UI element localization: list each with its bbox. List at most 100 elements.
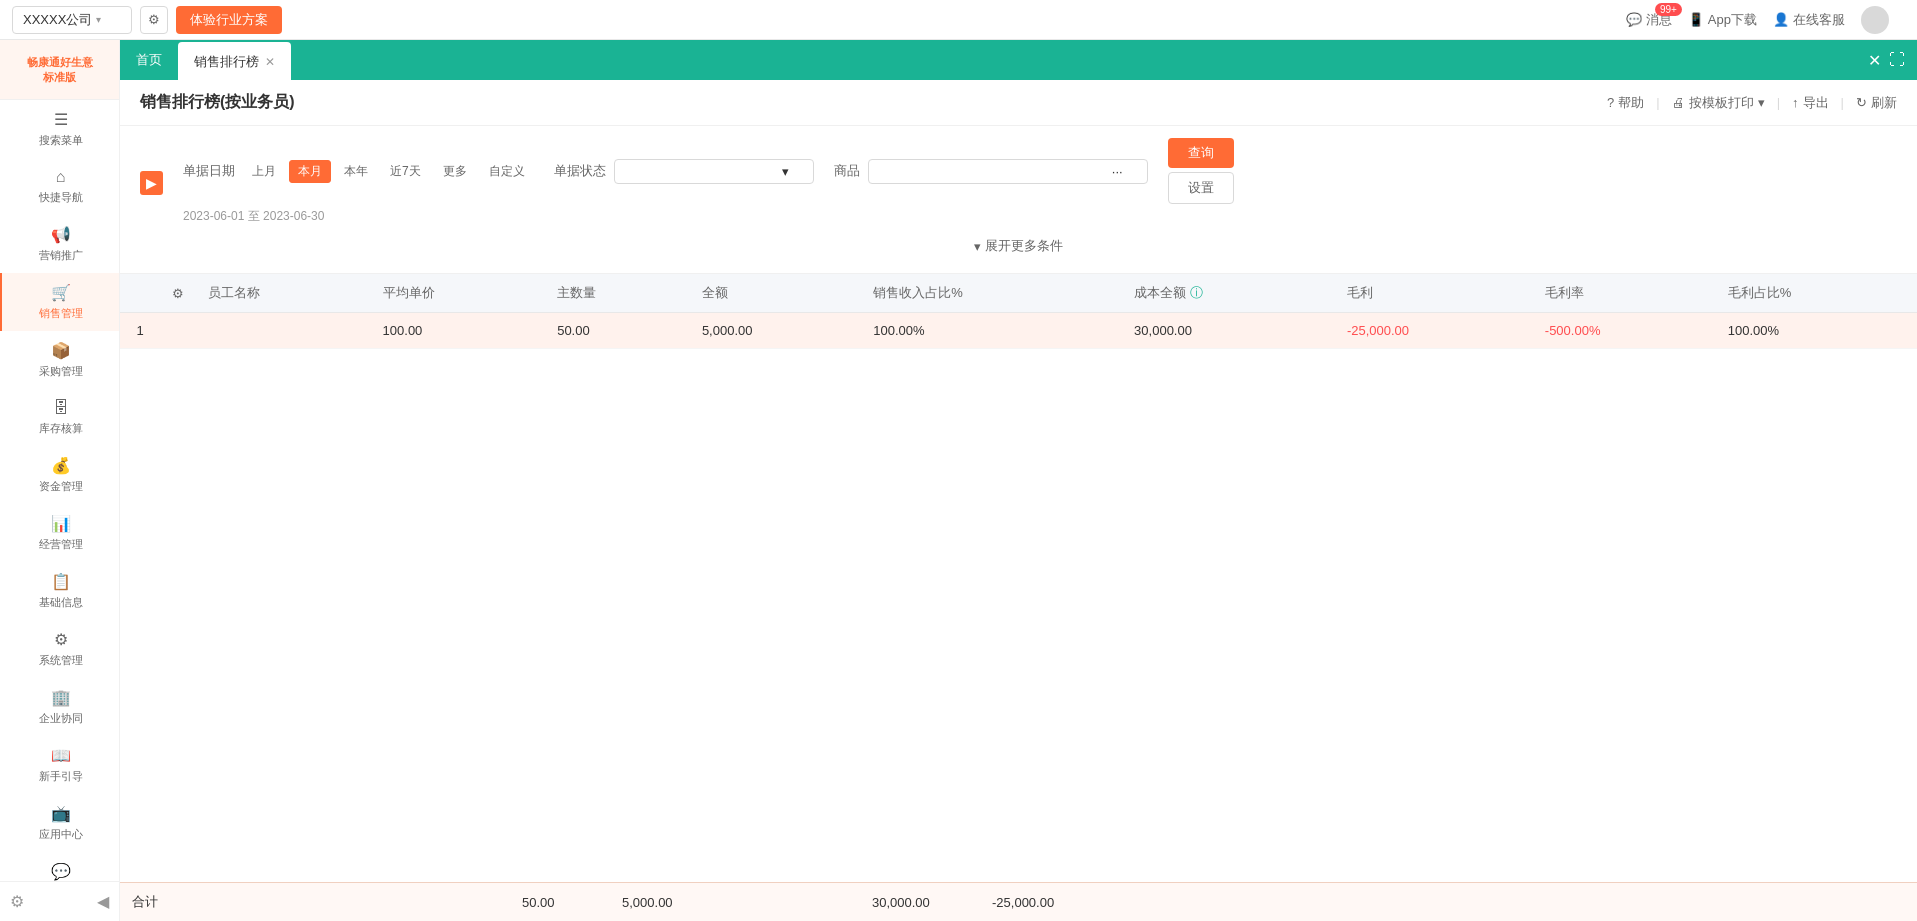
expand-label: 展开更多条件 [985,237,1063,255]
app-download-button[interactable]: 📱 App下载 [1688,11,1757,29]
sidebar-item-label: 企业协同 [39,711,83,726]
help-icon: ? [1607,95,1614,110]
col-gross-rate: 毛利率 [1533,274,1716,313]
filter-toggle-icon[interactable]: ▶ [140,171,163,195]
inventory-icon: 🗄 [53,399,69,417]
avatar[interactable] [1861,6,1889,34]
top-right-actions: 💬 消息 99+ 📱 App下载 👤 在线客服 [1626,6,1905,34]
tab-close-icon[interactable]: ✕ [265,55,275,69]
sidebar-item-quick-nav[interactable]: ⌂ 快捷导航 [0,158,119,215]
action-buttons: 查询 设置 [1168,138,1234,204]
print-button[interactable]: 🖨 按模板打印 ▾ [1672,94,1765,112]
sidebar-item-label: 经营管理 [39,537,83,552]
status-filter: 单据状态 ▾ [554,159,814,184]
refresh-label: 刷新 [1871,94,1897,112]
sidebar-item-operations[interactable]: 📊 经营管理 [0,504,119,562]
operations-icon: 📊 [51,514,71,533]
company-name: XXXXX公司 [23,11,92,29]
table-header-row: ⚙ 员工名称 平均单价 主数量 全额 销售收入占比% 成本全额 ⓘ 毛利 毛利率… [120,274,1917,313]
help-button[interactable]: ? 帮助 [1607,94,1644,112]
col-gross: 毛利 [1335,274,1533,313]
sidebar-item-inventory[interactable]: 🗄 库存核算 [0,389,119,446]
date-label: 单据日期 [183,162,235,180]
sidebar-item-label: 基础信息 [39,595,83,610]
company-selector[interactable]: XXXXX公司 ▾ [12,6,132,34]
goods-input[interactable]: ··· [868,159,1148,184]
help-label: 帮助 [1618,94,1644,112]
sidebar-item-finance[interactable]: 💰 资金管理 [0,446,119,504]
filter-row-1: ▶ 单据日期 上月 本月 本年 近7天 更多 [140,138,1897,225]
cell-gross-pct: 100.00% [1716,313,1917,349]
tab-close-all-icon[interactable]: ✕ [1868,51,1881,70]
sidebar-item-guide[interactable]: 📖 新手引导 [0,736,119,794]
online-service-label: 在线客服 [1793,11,1845,29]
cell-gross: -25,000.00 [1335,313,1533,349]
sidebar-item-label: 采购管理 [39,364,83,379]
col-cost: 成本全额 ⓘ [1122,274,1335,313]
date-range-text: 2023-06-01 至 2023-06-30 [183,209,324,223]
date-this-year[interactable]: 本年 [335,160,377,183]
wechat-icon: 💬 [51,862,71,881]
tab-sales-ranking[interactable]: 销售排行榜 ✕ [178,42,291,82]
refresh-button[interactable]: ↻ 刷新 [1856,94,1897,112]
sidebar-item-sales[interactable]: 🛒 销售管理 [0,273,119,331]
trial-button[interactable]: 体验行业方案 [176,6,282,34]
sidebar-collapse-icon[interactable]: ◀ [97,892,109,911]
settings-icon[interactable]: ⚙ [140,6,168,34]
main-layout: 畅康通好生意 标准版 ☰ 搜索菜单 ⌂ 快捷导航 📢 营销推广 🛒 销售管理 [0,40,1917,921]
sidebar-settings-icon[interactable]: ⚙ [10,892,24,911]
cost-info-icon[interactable]: ⓘ [1190,285,1203,300]
print-icon: 🖨 [1672,95,1685,110]
settings-button[interactable]: 设置 [1168,172,1234,204]
table-area: ⚙ 员工名称 平均单价 主数量 全额 销售收入占比% 成本全额 ⓘ 毛利 毛利率… [120,274,1917,882]
sidebar: 畅康通好生意 标准版 ☰ 搜索菜单 ⌂ 快捷导航 📢 营销推广 🛒 销售管理 [0,40,120,921]
footer-gross: -25,000.00 [992,895,1112,910]
cell-settings [160,313,196,349]
tab-actions: ✕ ⛶ [1868,51,1917,70]
logo-line2: 标准版 [27,70,93,84]
purchase-icon: 📦 [51,341,71,360]
date-last-7[interactable]: 近7天 [381,160,430,183]
marketing-icon: 📢 [51,225,71,244]
date-more[interactable]: 更多 [434,160,476,183]
expand-filters-button[interactable]: ▾ 展开更多条件 [974,231,1063,261]
page-content: 销售排行榜(按业务员) ? 帮助 | 🖨 按模板打印 ▾ | ↑ [120,80,1917,921]
sidebar-item-wechat[interactable]: 💬 企业微信 [0,852,119,881]
cell-revenue-pct: 100.00% [861,313,1122,349]
online-service-button[interactable]: 👤 在线客服 [1773,11,1845,29]
date-custom[interactable]: 自定义 [480,160,534,183]
col-avg-price: 平均单价 [371,274,546,313]
message-button[interactable]: 💬 消息 99+ [1626,11,1672,29]
sidebar-item-label: 新手引导 [39,769,83,784]
status-select[interactable]: ▾ [614,159,814,184]
message-badge: 99+ [1655,3,1682,16]
service-icon: 👤 [1773,12,1789,27]
date-this-month[interactable]: 本月 [289,160,331,183]
sidebar-item-system[interactable]: ⚙ 系统管理 [0,620,119,678]
tab-home-label: 首页 [136,51,162,69]
sidebar-item-app-center[interactable]: 📺 应用中心 [0,794,119,852]
query-button[interactable]: 查询 [1168,138,1234,168]
col-amount: 全额 [690,274,861,313]
tab-expand-icon[interactable]: ⛶ [1889,51,1905,69]
print-chevron-icon: ▾ [1758,95,1765,110]
enterprise-icon: 🏢 [51,688,71,707]
sidebar-item-label: 搜索菜单 [39,133,83,148]
sidebar-item-marketing[interactable]: 📢 营销推广 [0,215,119,273]
date-last-month[interactable]: 上月 [243,160,285,183]
expand-filter-row: ▾ 展开更多条件 [140,231,1897,261]
footer-label: 合计 [132,893,402,911]
sidebar-item-enterprise[interactable]: 🏢 企业协同 [0,678,119,736]
filter-main: 单据日期 上月 本月 本年 近7天 更多 自定义 [183,138,1897,225]
sidebar-item-label: 库存核算 [39,421,83,436]
goods-label: 商品 [834,162,860,180]
date-filter: 单据日期 上月 本月 本年 近7天 更多 自定义 [183,160,534,183]
expand-icon: ▾ [974,239,981,254]
col-settings[interactable]: ⚙ [160,274,196,313]
export-button[interactable]: ↑ 导出 [1792,94,1829,112]
tab-home[interactable]: 首页 [120,40,178,80]
sidebar-item-basic-info[interactable]: 📋 基础信息 [0,562,119,620]
cell-cost: 30,000.00 [1122,313,1335,349]
sidebar-item-purchase[interactable]: 📦 采购管理 [0,331,119,389]
sidebar-item-search-orders[interactable]: ☰ 搜索菜单 [0,100,119,158]
